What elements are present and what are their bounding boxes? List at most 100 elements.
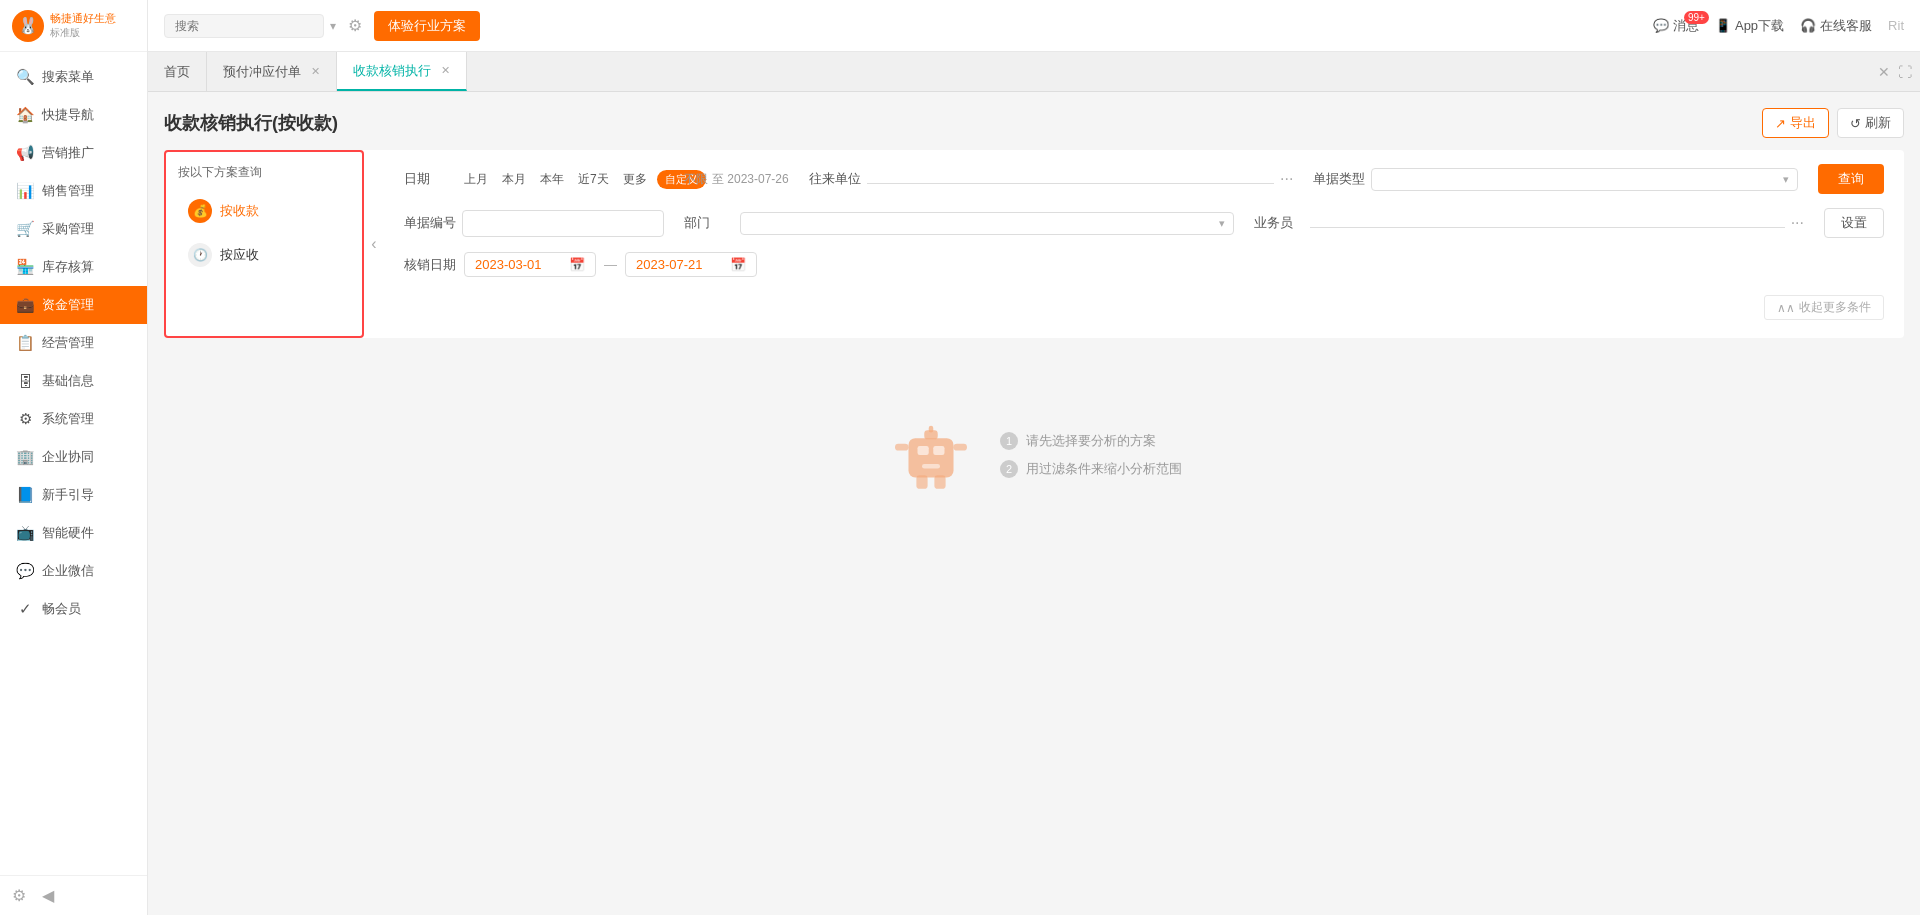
tab-prepayment-close-icon[interactable]: ✕ xyxy=(311,65,320,78)
header-user[interactable]: Rit xyxy=(1888,18,1904,33)
inventory-label: 库存核算 xyxy=(42,258,94,276)
page-header: 收款核销执行(按收款) ↗ 导出 ↺ 刷新 xyxy=(164,108,1904,138)
verify-date-start-value[interactable]: 2023-03-01 xyxy=(475,257,565,272)
header-service[interactable]: 🎧 在线客服 xyxy=(1800,17,1872,35)
collapse-more-button[interactable]: ∧∧ 收起更多条件 xyxy=(1764,295,1884,320)
verify-date-end-calendar-icon[interactable]: 📅 xyxy=(730,257,746,272)
enterprise-icon: 🏢 xyxy=(16,448,34,466)
solution-button[interactable]: 体验行业方案 xyxy=(374,11,480,41)
sidebar-item-system[interactable]: ⚙系统管理 xyxy=(0,400,147,438)
top-header: ▾ ⚙ 体验行业方案 💬 消息 99+ 📱 App下载 🎧 在线客服 Rit xyxy=(148,0,1920,52)
salesman-field: 业务员 ··· xyxy=(1254,214,1804,232)
search-label: 搜索菜单 xyxy=(42,68,94,86)
salesman-dots[interactable]: ··· xyxy=(1791,214,1804,232)
filter-scheme-title: 按以下方案查询 xyxy=(178,164,350,181)
date-more[interactable]: 更多 xyxy=(619,169,651,190)
filter-option-by-receivable[interactable]: 🕐 按应收 xyxy=(178,235,350,275)
svg-rect-3 xyxy=(922,464,940,469)
sidebar-item-enterprise[interactable]: 🏢企业协同 xyxy=(0,438,147,476)
tab-prepayment[interactable]: 预付冲应付单 ✕ xyxy=(207,52,337,91)
sidebar-bottom: ⚙ ◀ xyxy=(0,875,147,915)
sidebar-item-beginner[interactable]: 📘 新手引导 xyxy=(0,476,147,514)
order-no-label: 单据编号 xyxy=(404,214,456,232)
header-right: 💬 消息 99+ 📱 App下载 🎧 在线客服 Rit xyxy=(1653,17,1904,35)
logo-icon: 🐰 xyxy=(12,10,44,42)
basic-info-icon: 🗄 xyxy=(16,373,34,390)
main-area: ▾ ⚙ 体验行业方案 💬 消息 99+ 📱 App下载 🎧 在线客服 Rit 首… xyxy=(148,0,1920,915)
system-icon: ⚙ xyxy=(16,410,34,428)
sidebar-item-operations[interactable]: 📋经营管理 xyxy=(0,324,147,362)
sidebar-item-member[interactable]: ✓畅会员 xyxy=(0,590,147,628)
date-7-days[interactable]: 近7天 xyxy=(574,169,613,190)
date-field: 日期 上月 本月 本年 近7天 更多 自定义 xyxy=(404,169,724,190)
settings-bottom-icon[interactable]: ⚙ xyxy=(12,886,26,905)
counterpart-label: 往来单位 xyxy=(809,170,861,188)
close-all-tabs-icon[interactable]: ✕ xyxy=(1878,64,1890,80)
sidebar-item-smart-hw[interactable]: 📺智能硬件 xyxy=(0,514,147,552)
collapse-row: ∧∧ 收起更多条件 xyxy=(404,291,1884,324)
refresh-icon: ↺ xyxy=(1850,116,1861,131)
by-receivable-icon: 🕐 xyxy=(188,243,212,267)
export-button[interactable]: ↗ 导出 xyxy=(1762,108,1829,138)
tab-collection[interactable]: 收款核销执行 ✕ xyxy=(337,52,467,91)
date-no-limit: 不限 xyxy=(684,171,708,188)
verify-date-end-input[interactable]: 2023-07-21 📅 xyxy=(625,252,757,277)
smart-hw-label: 智能硬件 xyxy=(42,524,94,542)
header-search-area: ▾ xyxy=(164,14,336,38)
filter-row-2: 单据编号 部门 ▾ 业务员 · xyxy=(404,208,1884,238)
svg-rect-7 xyxy=(954,444,968,451)
tab-home-label: 首页 xyxy=(164,63,190,81)
date-to-text: 至 2023-07-26 xyxy=(712,171,789,188)
sidebar-item-quick-nav[interactable]: 🏠快捷导航 xyxy=(0,96,147,134)
date-last-month[interactable]: 上月 xyxy=(460,169,492,190)
filter-option-by-collection[interactable]: 💰 按收款 xyxy=(178,191,350,231)
tip-number-2: 2 xyxy=(1000,460,1018,478)
member-icon: ✓ xyxy=(16,600,34,618)
tab-collection-label: 收款核销执行 xyxy=(353,62,431,80)
svg-rect-8 xyxy=(916,475,927,489)
date-this-year[interactable]: 本年 xyxy=(536,169,568,190)
marketing-icon: 📢 xyxy=(16,144,34,162)
beginner-label: 新手引导 xyxy=(42,486,94,504)
verify-date-start-input[interactable]: 2023-03-01 📅 xyxy=(464,252,596,277)
sidebar-item-purchase[interactable]: 🛒采购管理 xyxy=(0,210,147,248)
tab-home[interactable]: 首页 xyxy=(148,52,207,91)
sidebar-item-basic-info[interactable]: 🗄基础信息 xyxy=(0,362,147,400)
export-icon: ↗ xyxy=(1775,116,1786,131)
header-message[interactable]: 💬 消息 99+ xyxy=(1653,17,1699,35)
query-button[interactable]: 查询 xyxy=(1818,164,1884,194)
header-app-download[interactable]: 📱 App下载 xyxy=(1715,17,1784,35)
filter-left-collapse[interactable]: ‹ xyxy=(364,150,384,338)
dept-label: 部门 xyxy=(684,214,734,232)
sidebar-item-capital[interactable]: 💼资金管理 xyxy=(0,286,147,324)
date-this-month[interactable]: 本月 xyxy=(498,169,530,190)
counterpart-dots[interactable]: ··· xyxy=(1280,170,1293,188)
setting-button[interactable]: 设置 xyxy=(1824,208,1884,238)
app-label: App下载 xyxy=(1735,17,1784,35)
message-icon: 💬 xyxy=(1653,18,1669,33)
sidebar-item-marketing[interactable]: 📢营销推广 xyxy=(0,134,147,172)
verify-date-end-value[interactable]: 2023-07-21 xyxy=(636,257,726,272)
refresh-button[interactable]: ↺ 刷新 xyxy=(1837,108,1904,138)
beginner-icon: 📘 xyxy=(16,486,34,504)
collapse-sidebar-icon[interactable]: ◀ xyxy=(42,886,54,905)
quick-nav-icon: 🏠 xyxy=(16,106,34,124)
sidebar-item-inventory[interactable]: 🏪库存核算 xyxy=(0,248,147,286)
order-type-dropdown-icon[interactable]: ▾ xyxy=(1783,173,1789,186)
header-gear-icon[interactable]: ⚙ xyxy=(348,16,362,35)
header-dropdown-icon[interactable]: ▾ xyxy=(330,19,336,33)
tab-collection-close-icon[interactable]: ✕ xyxy=(441,64,450,77)
order-no-input[interactable] xyxy=(462,210,664,237)
empty-tip-2: 用过滤条件来缩小分析范围 xyxy=(1026,460,1182,478)
header-search-input[interactable] xyxy=(164,14,324,38)
filter-fields-area: 日期 上月 本月 本年 近7天 更多 自定义 不限 至 2023-07-26 xyxy=(384,150,1904,338)
sidebar-item-wechat[interactable]: 💬企业微信 xyxy=(0,552,147,590)
sidebar-item-search[interactable]: 🔍搜索菜单 xyxy=(0,58,147,96)
verify-date-start-calendar-icon[interactable]: 📅 xyxy=(569,257,585,272)
svg-rect-9 xyxy=(934,475,945,489)
sidebar-item-sales[interactable]: 📊销售管理 xyxy=(0,172,147,210)
expand-tabs-icon[interactable]: ⛶ xyxy=(1898,64,1912,80)
tabs-bar: 首页 预付冲应付单 ✕ 收款核销执行 ✕ ✕ ⛶ xyxy=(148,52,1920,92)
dept-dropdown-icon[interactable]: ▾ xyxy=(1219,217,1225,230)
message-badge: 99+ xyxy=(1684,11,1709,24)
